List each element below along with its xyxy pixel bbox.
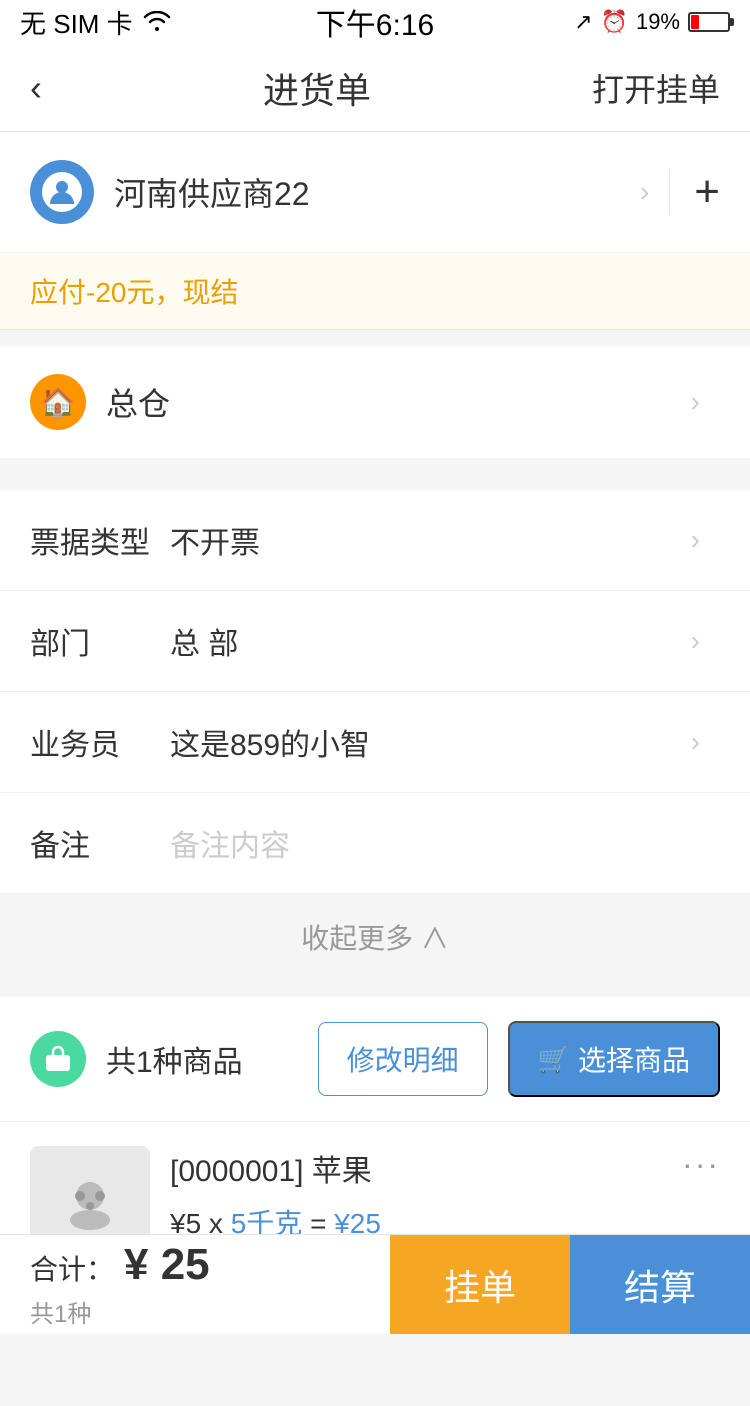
notice-text: 应付-20元，现结 bbox=[30, 277, 238, 308]
total-label: 合计： bbox=[30, 1248, 114, 1288]
remark-row[interactable]: 备注 备注内容 bbox=[0, 793, 750, 893]
salesman-label: 业务员 bbox=[30, 720, 170, 764]
ticket-type-row[interactable]: 票据类型 不开票 › bbox=[0, 490, 750, 591]
total-sub: 共1种 bbox=[30, 1294, 360, 1329]
product-header: 共1种商品 修改明细 🛒 选择商品 bbox=[0, 997, 750, 1121]
ticket-type-arrow-icon: › bbox=[691, 524, 700, 556]
total-label-row: 合计： ¥ 25 bbox=[30, 1240, 360, 1290]
modify-detail-button[interactable]: 修改明细 bbox=[318, 1022, 488, 1096]
nav-bar: ‹ 进货单 打开挂单 bbox=[0, 44, 750, 132]
collapse-label: 收起更多 ∧ bbox=[301, 923, 449, 954]
alarm-icon: ⏰ bbox=[601, 9, 628, 35]
settle-button[interactable]: 结算 bbox=[570, 1235, 750, 1334]
supplier-row[interactable]: 河南供应商22 › + bbox=[0, 132, 750, 253]
status-left: 无 SIM 卡 bbox=[20, 4, 171, 41]
product-count-label: 共1种商品 bbox=[106, 1037, 298, 1081]
select-product-label: 选择商品 bbox=[578, 1039, 690, 1079]
cart-icon: 🛒 bbox=[538, 1044, 570, 1075]
product-info: [0000001] 苹果 ¥5 x 5千克 = ¥25 bbox=[170, 1146, 662, 1242]
remark-value: 备注内容 bbox=[170, 821, 720, 865]
warehouse-section: 🏠 总仓 › bbox=[0, 346, 750, 458]
main-content: 河南供应商22 › + 应付-20元，现结 🏠 总仓 › 票据类型 不开票 › … bbox=[0, 132, 750, 1406]
warehouse-name: 总仓 bbox=[106, 379, 691, 425]
supplier-section: 河南供应商22 › + 应付-20元，现结 bbox=[0, 132, 750, 330]
carrier-label: 无 SIM 卡 bbox=[20, 4, 133, 41]
warehouse-arrow-icon: › bbox=[691, 386, 700, 418]
supplier-name: 河南供应商22 bbox=[114, 169, 640, 215]
status-bar: 无 SIM 卡 下午6:16 ↗ ⏰ 19% bbox=[0, 0, 750, 44]
total-amount: ¥ 25 bbox=[124, 1240, 210, 1290]
department-arrow-icon: › bbox=[691, 625, 700, 657]
department-value: 总 部 bbox=[170, 619, 691, 663]
total-section: 合计： ¥ 25 共1种 bbox=[0, 1235, 390, 1334]
add-button[interactable]: + bbox=[669, 170, 720, 214]
ticket-type-label: 票据类型 bbox=[30, 518, 170, 562]
form-section: 票据类型 不开票 › 部门 总 部 › 业务员 这是859的小智 › 备注 备注… bbox=[0, 490, 750, 893]
collapse-bar[interactable]: 收起更多 ∧ bbox=[0, 893, 750, 981]
supplier-arrow-icon: › bbox=[640, 176, 649, 208]
notice-bar: 应付-20元，现结 bbox=[0, 253, 750, 330]
warehouse-row[interactable]: 🏠 总仓 › bbox=[0, 346, 750, 458]
supplier-avatar bbox=[30, 160, 94, 224]
department-label: 部门 bbox=[30, 619, 170, 663]
hang-button[interactable]: 挂单 bbox=[390, 1235, 570, 1334]
salesman-arrow-icon: › bbox=[691, 726, 700, 758]
ticket-type-value: 不开票 bbox=[170, 518, 691, 562]
product-name: [0000001] 苹果 bbox=[170, 1146, 662, 1190]
product-bag-icon bbox=[30, 1031, 86, 1087]
avatar-inner bbox=[42, 172, 82, 212]
warehouse-icon: 🏠 bbox=[30, 374, 86, 430]
battery-icon bbox=[688, 12, 730, 32]
bottom-bar: 合计： ¥ 25 共1种 挂单 结算 bbox=[0, 1234, 750, 1334]
open-hang-button[interactable]: 打开挂单 bbox=[592, 65, 720, 111]
back-button[interactable]: ‹ bbox=[30, 67, 42, 109]
location-icon: ↗ bbox=[574, 9, 592, 35]
product-code: [0000001] 苹果 bbox=[170, 1155, 372, 1188]
product-more-button[interactable]: ··· bbox=[682, 1146, 720, 1183]
divider-1 bbox=[0, 330, 750, 346]
page-title: 进货单 bbox=[263, 62, 371, 114]
battery-percent: 19% bbox=[636, 9, 680, 35]
status-time: 下午6:16 bbox=[316, 0, 434, 44]
divider-2 bbox=[0, 474, 750, 490]
status-right: ↗ ⏰ 19% bbox=[574, 9, 730, 35]
salesman-row[interactable]: 业务员 这是859的小智 › bbox=[0, 692, 750, 793]
wifi-icon bbox=[143, 7, 171, 38]
department-row[interactable]: 部门 总 部 › bbox=[0, 591, 750, 692]
remark-label: 备注 bbox=[30, 821, 170, 865]
salesman-value: 这是859的小智 bbox=[170, 720, 691, 764]
select-product-button[interactable]: 🛒 选择商品 bbox=[508, 1021, 720, 1097]
